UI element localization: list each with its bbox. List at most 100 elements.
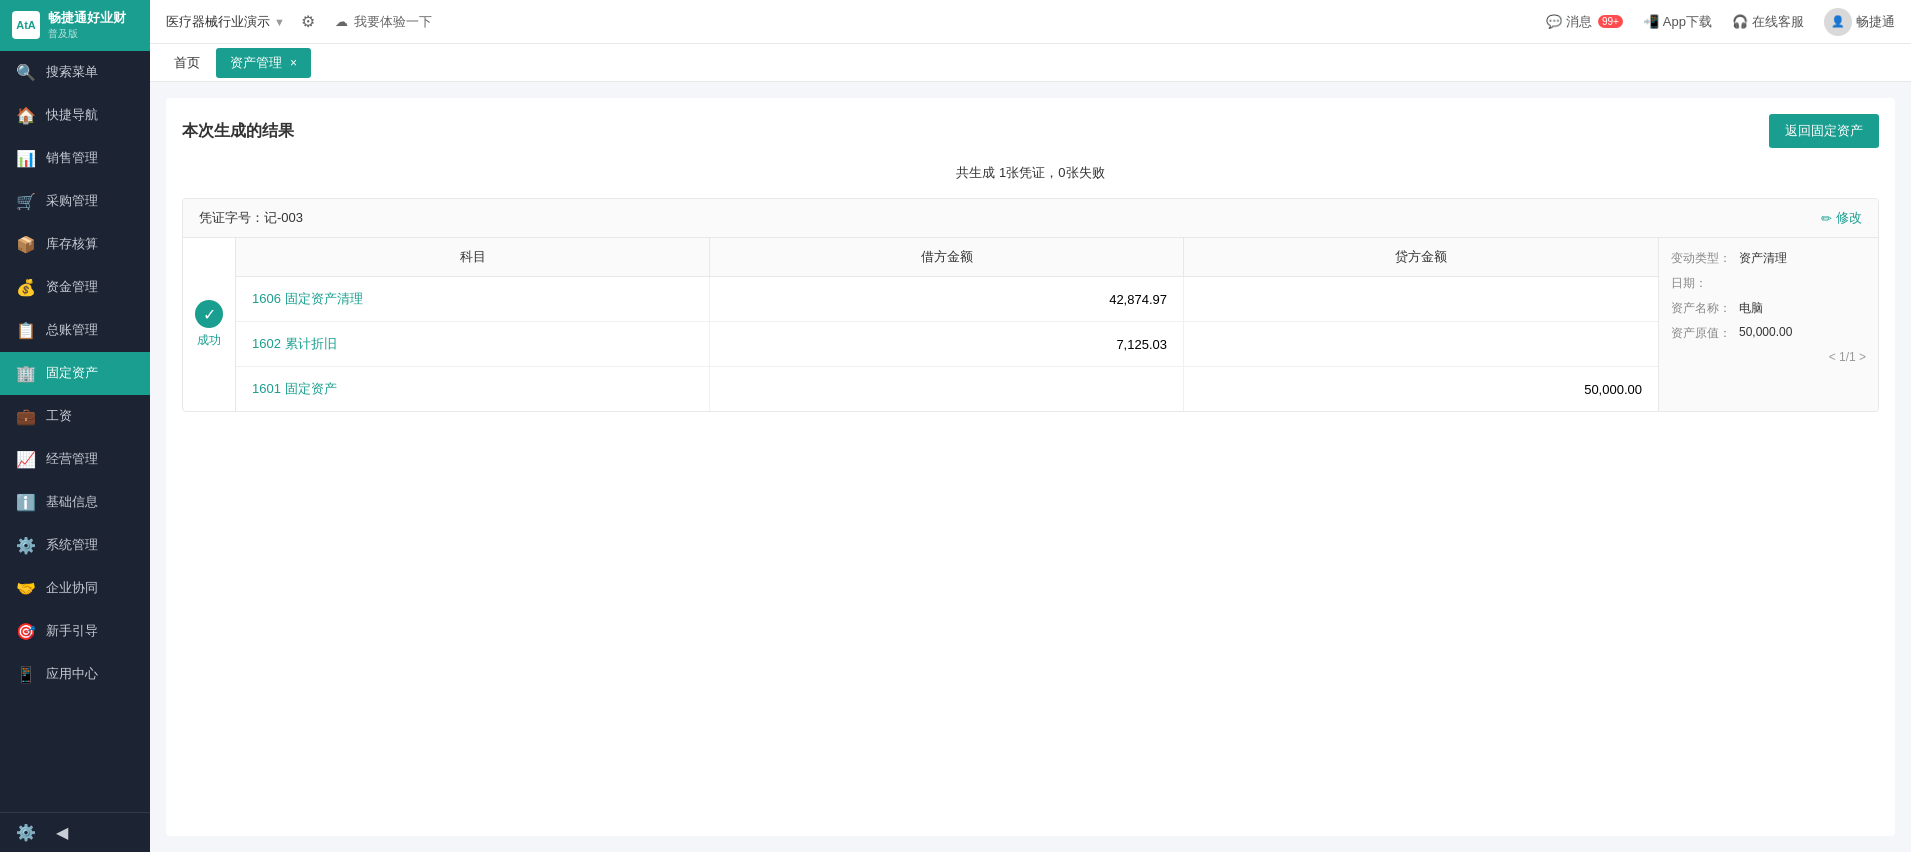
topbar-right: 💬 消息 99+ 📲 App下载 🎧 在线客服 👤 畅捷通 xyxy=(1546,8,1895,36)
settings-icon[interactable]: ⚙ xyxy=(301,12,315,31)
sidebar-bottom: ⚙️ ◀ xyxy=(0,812,150,852)
sidebar-item-search[interactable]: 🔍 搜索菜单 xyxy=(0,51,150,94)
ledger-icon: 📋 xyxy=(16,321,36,340)
credit-2 xyxy=(1184,322,1658,366)
account-3: 1601 固定资产 xyxy=(236,367,710,411)
tab-home[interactable]: 首页 xyxy=(166,46,208,80)
sidebar-item-label: 总账管理 xyxy=(46,321,98,339)
message-icon: 💬 xyxy=(1546,14,1562,29)
feedback-label: 我要体验一下 xyxy=(354,13,432,31)
status-cell: ✓ 成功 xyxy=(183,238,236,411)
return-button[interactable]: 返回固定资产 xyxy=(1769,114,1879,148)
online-service-button[interactable]: 🎧 在线客服 xyxy=(1732,13,1804,31)
sidebar-item-ledger[interactable]: 📋 总账管理 xyxy=(0,309,150,352)
sidebar-item-label: 销售管理 xyxy=(46,149,98,167)
building-icon: 🏢 xyxy=(16,364,36,383)
sidebar-item-purchase[interactable]: 🛒 采购管理 xyxy=(0,180,150,223)
credit-1 xyxy=(1184,277,1658,321)
trend-icon: 📈 xyxy=(16,450,36,469)
sidebar: AtA 畅捷通好业财 普及版 🔍 搜索菜单 🏠 快捷导航 📊 销售管理 🛒 采购… xyxy=(0,0,150,852)
sidebar-logo: AtA 畅捷通好业财 普及版 xyxy=(0,0,150,51)
credit-3: 50,000.00 xyxy=(1184,367,1658,411)
account-2: 1602 累计折旧 xyxy=(236,322,710,366)
col-credit: 贷方金额 xyxy=(1184,238,1658,276)
sidebar-item-enterprise[interactable]: 🤝 企业协同 xyxy=(0,567,150,610)
table-row: 1601 固定资产 50,000.00 xyxy=(236,367,1658,411)
sidebar-nav: 🔍 搜索菜单 🏠 快捷导航 📊 销售管理 🛒 采购管理 📦 库存核算 💰 资金管… xyxy=(0,51,150,812)
app-download-button[interactable]: 📲 App下载 xyxy=(1643,13,1712,31)
logo-icon: AtA xyxy=(12,11,40,39)
pagination[interactable]: < 1/1 > xyxy=(1671,350,1866,364)
asset-name-value: 电脑 xyxy=(1739,300,1763,317)
sidebar-item-label: 应用中心 xyxy=(46,665,98,683)
briefcase-icon: 💼 xyxy=(16,407,36,426)
message-button[interactable]: 💬 消息 99+ xyxy=(1546,13,1623,31)
table-row: 1606 固定资产清理 42,874.97 xyxy=(236,277,1658,322)
sidebar-item-inventory[interactable]: 📦 库存核算 xyxy=(0,223,150,266)
message-label: 消息 xyxy=(1566,13,1592,31)
edit-label: 修改 xyxy=(1836,209,1862,227)
target-icon: 🎯 xyxy=(16,622,36,641)
sidebar-item-label: 工资 xyxy=(46,407,72,425)
user-name: 畅捷通 xyxy=(1856,13,1895,31)
mobile-icon: 📱 xyxy=(16,665,36,684)
chart-icon: 📊 xyxy=(16,149,36,168)
content-area: 本次生成的结果 返回固定资产 共生成 1张凭证，0张失败 凭证字号：记-003 … xyxy=(150,82,1911,852)
avatar: 👤 xyxy=(1824,8,1852,36)
sidebar-item-payroll[interactable]: 💼 工资 xyxy=(0,395,150,438)
debit-1: 42,874.97 xyxy=(710,277,1184,321)
edit-voucher-button[interactable]: ✏ 修改 xyxy=(1821,209,1862,227)
edit-icon: ✏ xyxy=(1821,211,1832,226)
chevron-down-icon: ▼ xyxy=(274,16,285,28)
sidebar-item-label: 库存核算 xyxy=(46,235,98,253)
tab-asset-management[interactable]: 资产管理 × xyxy=(216,48,311,78)
feedback-button[interactable]: ☁ 我要体验一下 xyxy=(335,13,432,31)
sidebar-item-base-info[interactable]: ℹ️ 基础信息 xyxy=(0,481,150,524)
tabs-bar: 首页 资产管理 × xyxy=(150,44,1911,82)
topbar: 医疗器械行业演示 ▼ ⚙ ☁ 我要体验一下 💬 消息 99+ 📲 App下载 🎧… xyxy=(150,0,1911,44)
sidebar-item-label: 经营管理 xyxy=(46,450,98,468)
voucher-body: ✓ 成功 科目 借方金额 贷方金额 1606 固定资产清理 42 xyxy=(183,238,1878,411)
money-icon: 💰 xyxy=(16,278,36,297)
service-icon: 🎧 xyxy=(1732,14,1748,29)
home-icon: 🏠 xyxy=(16,106,36,125)
sidebar-item-operations[interactable]: 📈 经营管理 xyxy=(0,438,150,481)
sidebar-item-label: 搜索菜单 xyxy=(46,63,98,81)
status-label: 成功 xyxy=(197,332,221,349)
table-header: 科目 借方金额 贷方金额 xyxy=(236,238,1658,277)
feedback-icon: ☁ xyxy=(335,14,348,29)
table-row: 1602 累计折旧 7,125.03 xyxy=(236,322,1658,367)
sidebar-item-system[interactable]: ⚙️ 系统管理 xyxy=(0,524,150,567)
sidebar-item-fixed-assets[interactable]: 🏢 固定资产 xyxy=(0,352,150,395)
search-icon: 🔍 xyxy=(16,63,36,82)
settings-button[interactable]: ⚙️ xyxy=(16,823,36,842)
detail-change-type: 变动类型： 资产清理 xyxy=(1671,250,1866,267)
original-value-value: 50,000.00 xyxy=(1739,325,1792,342)
page-title: 本次生成的结果 xyxy=(182,121,294,142)
sidebar-item-sales[interactable]: 📊 销售管理 xyxy=(0,137,150,180)
sidebar-item-funds[interactable]: 💰 资金管理 xyxy=(0,266,150,309)
app-download-label: App下载 xyxy=(1663,13,1712,31)
online-service-label: 在线客服 xyxy=(1752,13,1804,31)
gear-icon: ⚙️ xyxy=(16,536,36,555)
download-icon: 📲 xyxy=(1643,14,1659,29)
sidebar-item-guide[interactable]: 🎯 新手引导 xyxy=(0,610,150,653)
change-type-value: 资产清理 xyxy=(1739,250,1787,267)
account-1: 1606 固定资产清理 xyxy=(236,277,710,321)
detail-asset-name: 资产名称： 电脑 xyxy=(1671,300,1866,317)
close-tab-icon[interactable]: × xyxy=(290,56,297,70)
debit-3 xyxy=(710,367,1184,411)
original-value-label: 资产原值： xyxy=(1671,325,1731,342)
sidebar-item-label: 企业协同 xyxy=(46,579,98,597)
company-name: 医疗器械行业演示 xyxy=(166,13,270,31)
user-menu[interactable]: 👤 畅捷通 xyxy=(1824,8,1895,36)
detail-date: 日期： xyxy=(1671,275,1866,292)
main-container: 医疗器械行业演示 ▼ ⚙ ☁ 我要体验一下 💬 消息 99+ 📲 App下载 🎧… xyxy=(150,0,1911,852)
sidebar-item-app-center[interactable]: 📱 应用中心 xyxy=(0,653,150,696)
sidebar-item-label: 快捷导航 xyxy=(46,106,98,124)
company-selector[interactable]: 医疗器械行业演示 ▼ xyxy=(166,13,285,31)
sidebar-item-quick-nav[interactable]: 🏠 快捷导航 xyxy=(0,94,150,137)
asset-name-label: 资产名称： xyxy=(1671,300,1731,317)
result-header: 本次生成的结果 返回固定资产 xyxy=(182,114,1879,148)
collapse-button[interactable]: ◀ xyxy=(56,823,68,842)
